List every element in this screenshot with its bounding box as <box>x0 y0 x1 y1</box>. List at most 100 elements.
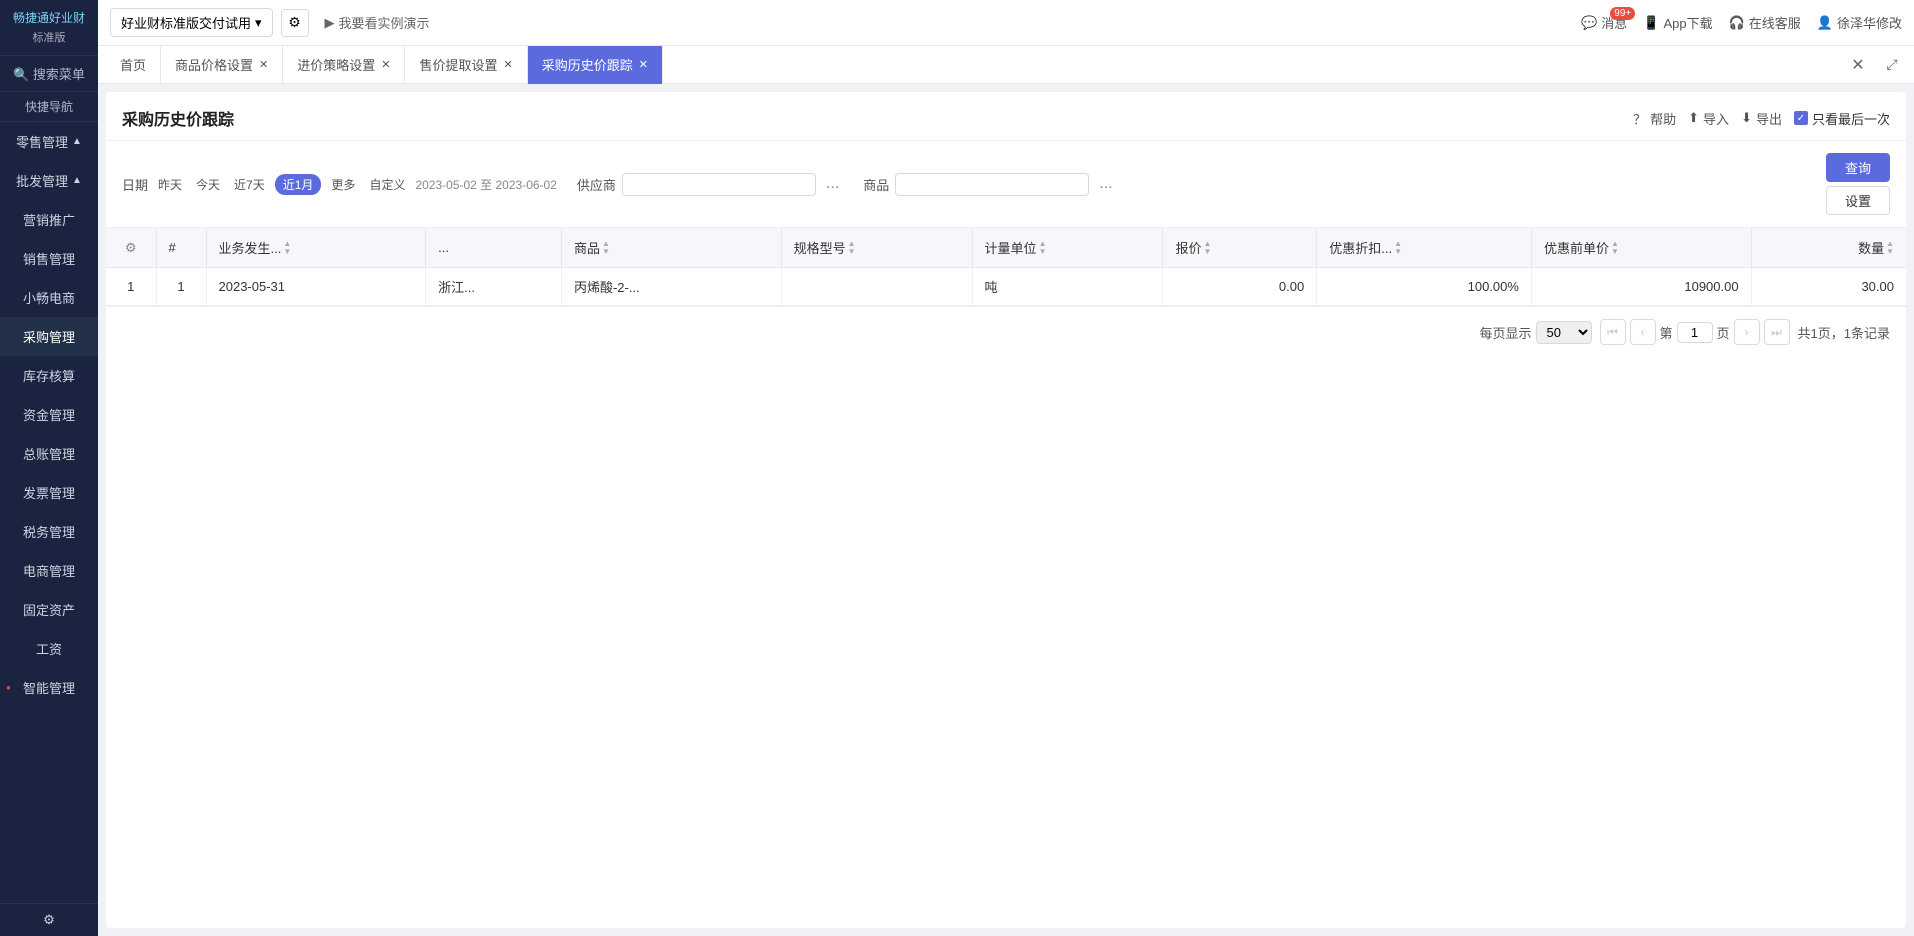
sidebar-item-inventory[interactable]: 库存核算 <box>0 356 98 395</box>
col-spec[interactable]: 规格型号 ▲▼ <box>781 228 972 268</box>
total-label: 共1页，1条记录 <box>1798 323 1890 342</box>
date-opt-today[interactable]: 今天 <box>192 174 224 195</box>
supplier-input[interactable] <box>631 177 807 192</box>
sidebar-item-tax[interactable]: 税务管理 <box>0 512 98 551</box>
sidebar-item-ecommerce-small[interactable]: 小畅电商 <box>0 278 98 317</box>
tab-home[interactable]: 首页 <box>106 46 161 84</box>
play-icon: ▶ <box>325 15 335 31</box>
page-label: 第 <box>1660 323 1673 342</box>
col-price[interactable]: 报价 ▲▼ <box>1163 228 1317 268</box>
app-download-button[interactable]: 📱 App下载 <box>1643 13 1712 32</box>
query-button[interactable]: 查询 <box>1826 153 1890 182</box>
col-pre-price[interactable]: 优惠前单价 ▲▼ <box>1531 228 1751 268</box>
col-date[interactable]: 业务发生... ▲▼ <box>206 228 426 268</box>
tab-price[interactable]: 商品价格设置 ✕ <box>161 46 283 84</box>
col-qty[interactable]: 数量 ▲▼ <box>1752 228 1906 267</box>
page-size-group: 每页显示 50 100 200 <box>1479 321 1591 344</box>
page-number-input[interactable] <box>1677 322 1713 343</box>
import-button[interactable]: ⬆ 导入 <box>1688 109 1729 128</box>
gear-icon: ⚙ <box>288 14 301 31</box>
page-next-button[interactable]: › <box>1734 319 1760 345</box>
col-gear[interactable]: ⚙ <box>106 228 156 268</box>
tab-close-history-price[interactable]: ✕ <box>639 58 648 71</box>
chevron-down-icon: ▾ <box>255 15 262 31</box>
tabbar-expand-button[interactable]: ⤢ <box>1878 51 1906 79</box>
date-opt-more[interactable]: 更多 <box>327 174 359 195</box>
page-header: 采购历史价跟踪 ？ 帮助 ⬆ 导入 ⬇ 导出 ✓ 只看最后一次 <box>106 92 1906 141</box>
col-unit[interactable]: 计量单位 ▲▼ <box>972 228 1163 268</box>
settings-icon: ⚙ <box>43 912 55 927</box>
export-button[interactable]: ⬇ 导出 <box>1741 109 1782 128</box>
edition-text: 好业财标准版交付试用 <box>121 13 251 32</box>
message-button[interactable]: 💬 消息 99+ <box>1581 13 1627 32</box>
col-goods[interactable]: 商品 ▲▼ <box>561 228 781 268</box>
sort-icon: ▲▼ <box>1886 240 1894 256</box>
col-more[interactable]: ... <box>426 228 562 268</box>
tab-close-purchase-strategy[interactable]: ✕ <box>381 58 390 71</box>
sort-icon: ▲▼ <box>602 240 610 256</box>
page-last-button[interactable]: ⏭ <box>1764 319 1790 345</box>
row-discount: 100.00% <box>1317 268 1532 306</box>
supplier-more-button[interactable]: ... <box>822 175 843 193</box>
date-opt-yesterday[interactable]: 昨天 <box>154 174 186 195</box>
date-opt-custom[interactable]: 自定义 <box>365 174 409 195</box>
setting-button[interactable]: 设置 <box>1826 186 1890 215</box>
sidebar-item-marketing[interactable]: 营销推广 <box>0 200 98 239</box>
tab-history-price[interactable]: 采购历史价跟踪 ✕ <box>528 46 663 84</box>
page-size-select[interactable]: 50 100 200 <box>1536 321 1592 344</box>
checkbox-icon: ✓ <box>1794 111 1808 125</box>
sidebar-item-label: 发票管理 <box>23 483 75 502</box>
goods-input[interactable] <box>904 177 1080 192</box>
date-opt-last7[interactable]: 近7天 <box>230 174 269 195</box>
edition-selector[interactable]: 好业财标准版交付试用 ▾ <box>110 8 273 37</box>
chevron-up-icon: ▲ <box>72 175 82 186</box>
help-button[interactable]: ？ 帮助 <box>1633 109 1676 128</box>
sidebar-item-invoice[interactable]: 发票管理 <box>0 473 98 512</box>
topbar: 好业财标准版交付试用 ▾ ⚙ ▶ 我要看实例演示 💬 消息 99+ 📱 App下… <box>98 0 1914 46</box>
sort-icon: ▲▼ <box>1611 240 1619 256</box>
tabbar-close-button[interactable]: ✕ <box>1844 51 1872 79</box>
supplier-label: 供应商 <box>577 175 616 194</box>
tab-purchase-strategy[interactable]: 进价策略设置 ✕ <box>283 46 405 84</box>
row-num: 1 <box>106 268 156 306</box>
topbar-gear-button[interactable]: ⚙ <box>281 9 309 37</box>
export-icon: ⬇ <box>1741 110 1752 126</box>
date-opt-last1month[interactable]: 近1月 <box>275 174 322 195</box>
goods-filter-group: 商品 ... <box>863 173 1116 196</box>
user-profile-button[interactable]: 👤 徐泽华修改 <box>1817 13 1902 32</box>
sidebar-item-label: 电商管理 <box>23 561 75 580</box>
sidebar-item-payroll[interactable]: 工资 <box>0 629 98 668</box>
last-only-checkbox[interactable]: ✓ 只看最后一次 <box>1794 109 1890 128</box>
sidebar-item-label: 总账管理 <box>23 444 75 463</box>
demo-button[interactable]: ▶ 我要看实例演示 <box>325 13 430 32</box>
date-label: 日期 <box>122 175 148 194</box>
tab-sale-price[interactable]: 售价提取设置 ✕ <box>405 46 527 84</box>
sidebar-item-label: 智能管理 <box>23 678 75 697</box>
tab-close-sale-price[interactable]: ✕ <box>504 58 513 71</box>
sidebar-search[interactable]: 🔍 搜索菜单 <box>0 56 98 92</box>
sidebar-item-smart[interactable]: ● 智能管理 <box>0 668 98 707</box>
app-name: 畅捷通好业财 <box>13 10 85 27</box>
page-first-button[interactable]: ⏮ <box>1600 319 1626 345</box>
online-service-button[interactable]: 🎧 在线客服 <box>1729 13 1801 32</box>
goods-more-button[interactable]: ... <box>1095 175 1116 193</box>
table-body: 1 1 2023-05-31 浙江... 丙烯酸-2-... 吨 0.00 10… <box>106 268 1906 306</box>
sidebar-item-label: 零售管理 <box>16 132 68 151</box>
col-discount[interactable]: 优惠折扣... ▲▼ <box>1317 228 1532 268</box>
tab-close-price[interactable]: ✕ <box>259 58 268 71</box>
sidebar-item-wholesale[interactable]: 批发管理 ▲ <box>0 161 98 200</box>
sidebar-item-ecommerce[interactable]: 电商管理 <box>0 551 98 590</box>
sidebar-item-finance[interactable]: 资金管理 <box>0 395 98 434</box>
sidebar-quicknav[interactable]: 快捷导航 <box>0 92 98 122</box>
sidebar-gear[interactable]: ⚙ <box>0 903 98 936</box>
page-prev-button[interactable]: ‹ <box>1630 319 1656 345</box>
sidebar-item-sales[interactable]: 销售管理 <box>0 239 98 278</box>
col-num: # <box>156 228 206 268</box>
sidebar-item-assets[interactable]: 固定资产 <box>0 590 98 629</box>
page-size-label: 每页显示 <box>1479 323 1531 342</box>
sidebar-item-label: 营销推广 <box>23 210 75 229</box>
sidebar-item-ledger[interactable]: 总账管理 <box>0 434 98 473</box>
sidebar-item-purchase[interactable]: 采购管理 <box>0 317 98 356</box>
sidebar-item-retail[interactable]: 零售管理 ▲ <box>0 122 98 161</box>
dot-indicator: ● <box>6 683 11 692</box>
